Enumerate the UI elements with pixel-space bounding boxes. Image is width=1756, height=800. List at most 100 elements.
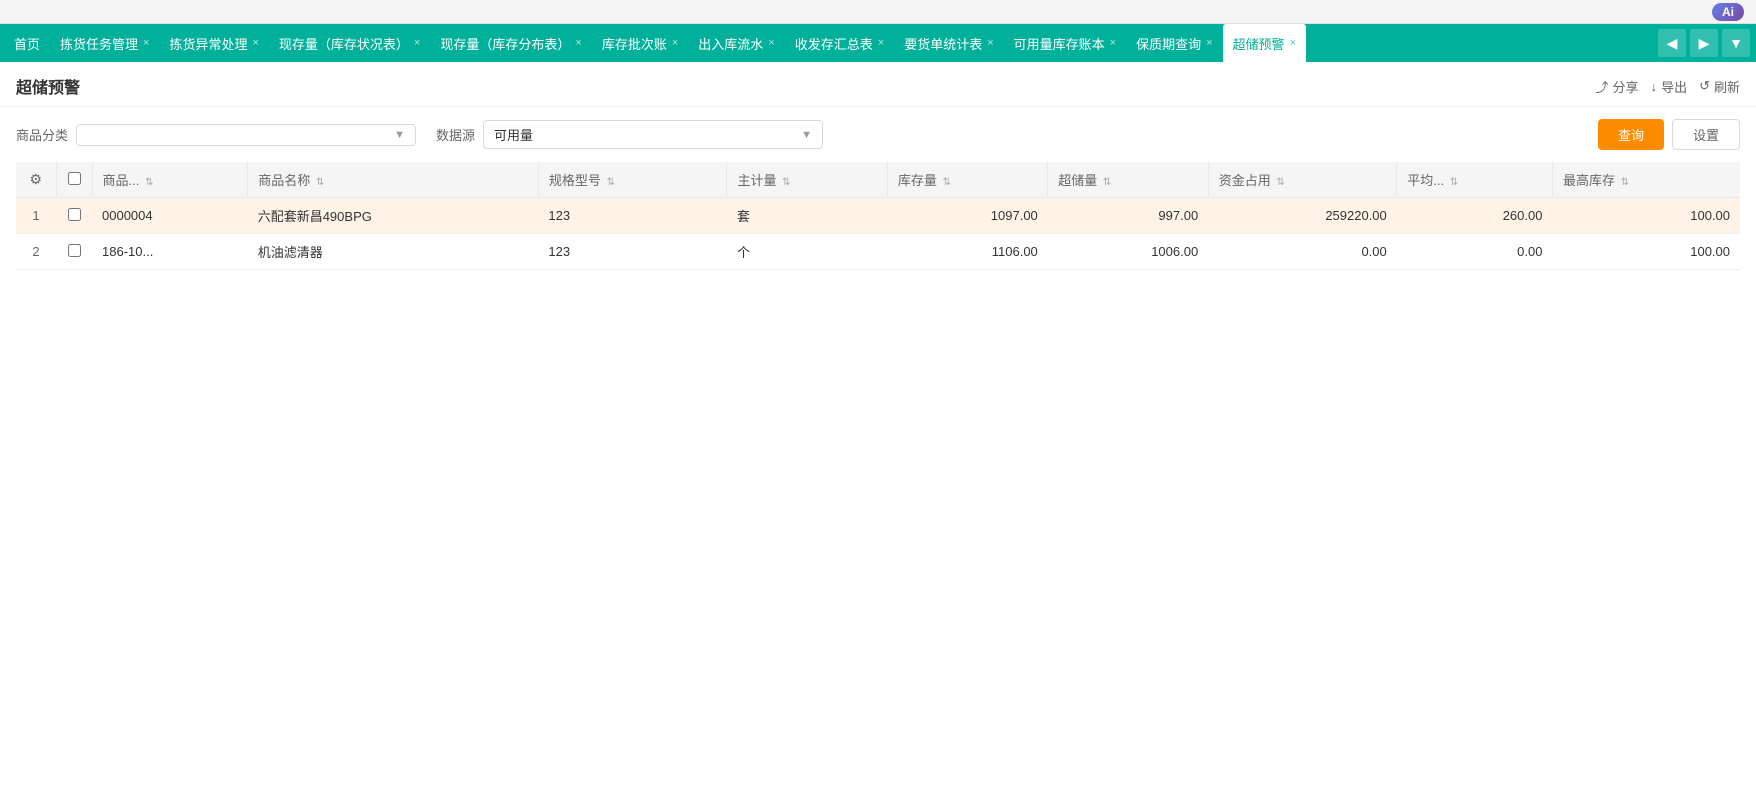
row-checkbox[interactable] xyxy=(68,244,81,257)
nav-close-stock-dist[interactable]: × xyxy=(575,37,581,49)
nav-next-button[interactable]: ▶ xyxy=(1690,29,1718,57)
table-container: ⚙ 商品... ⇅ 商品名称 ⇅ 规格型号 ⇅ 主计量 xyxy=(0,162,1756,270)
nav-prev-button[interactable]: ◀ xyxy=(1658,29,1686,57)
nav-close-overstock-warning[interactable]: × xyxy=(1290,37,1296,49)
row-avg: 0.00 xyxy=(1397,234,1553,270)
col-avg[interactable]: 平均... ⇅ xyxy=(1397,162,1553,198)
row-checkbox[interactable] xyxy=(68,208,81,221)
row-avg: 260.00 xyxy=(1397,198,1553,234)
sort-unit-icon: ⇅ xyxy=(782,177,790,188)
nav-close-quality-check[interactable]: × xyxy=(1206,37,1212,49)
nav-item-order-stats[interactable]: 要货单统计表 × xyxy=(894,24,1003,62)
row-product-code: 186-10... xyxy=(92,234,248,270)
col-unit[interactable]: 主计量 ⇅ xyxy=(727,162,887,198)
nav-item-home[interactable]: 首页 xyxy=(4,24,50,62)
sort-max-stock-icon: ⇅ xyxy=(1621,177,1629,188)
nav-close-available-stock[interactable]: × xyxy=(1110,37,1116,49)
export-button[interactable]: ↓ 导出 xyxy=(1651,77,1688,96)
row-capital: 0.00 xyxy=(1208,234,1397,270)
nav-close-inout-flow[interactable]: × xyxy=(768,37,774,49)
category-arrow-icon: ▼ xyxy=(394,129,405,141)
datasource-value: 可用量 xyxy=(494,125,533,144)
share-button[interactable]: ⤴ 分享 xyxy=(1596,77,1639,96)
nav-label-collect-summary: 收发存汇总表 xyxy=(795,34,873,53)
data-table: ⚙ 商品... ⇅ 商品名称 ⇅ 规格型号 ⇅ 主计量 xyxy=(16,162,1740,270)
nav-item-overstock-warning[interactable]: 超储预警 × xyxy=(1223,24,1306,62)
col-spec[interactable]: 规格型号 ⇅ xyxy=(538,162,727,198)
query-button[interactable]: 查询 xyxy=(1598,119,1664,150)
col-product-name[interactable]: 商品名称 ⇅ xyxy=(248,162,539,198)
settings-gear-icon[interactable]: ⚙ xyxy=(29,171,42,187)
datasource-arrow-icon: ▼ xyxy=(801,129,812,141)
row-overstock: 1006.00 xyxy=(1048,234,1208,270)
header-actions: ⤴ 分享 ↓ 导出 ↺ 刷新 xyxy=(1596,77,1740,96)
col-stock-label: 库存量 xyxy=(898,173,937,188)
nav-close-task-mgmt[interactable]: × xyxy=(143,37,149,49)
row-stock: 1106.00 xyxy=(887,234,1047,270)
datasource-select[interactable]: 可用量 ▼ xyxy=(483,120,823,149)
nav-item-task-mgmt[interactable]: 拣货任务管理 × xyxy=(50,24,159,62)
col-capital-label: 资金占用 xyxy=(1219,173,1271,188)
nav-label-home: 首页 xyxy=(14,34,40,53)
filter-bar: 商品分类 ▼ 数据源 可用量 ▼ 查询 设置 xyxy=(0,107,1756,162)
sort-overstock-icon: ⇅ xyxy=(1103,177,1111,188)
col-product-code[interactable]: 商品... ⇅ xyxy=(92,162,248,198)
category-filter: 商品分类 ▼ xyxy=(16,124,416,146)
export-label: 导出 xyxy=(1661,77,1687,96)
select-all-checkbox[interactable] xyxy=(68,172,81,185)
share-icon: ⤴ xyxy=(1596,77,1609,96)
nav-item-stock-dist[interactable]: 现存量（库存分布表） × xyxy=(430,24,591,62)
nav-item-available-stock[interactable]: 可用量库存账本 × xyxy=(1004,24,1126,62)
page-title: 超储预警 xyxy=(16,74,80,98)
col-settings[interactable]: ⚙ xyxy=(16,162,56,198)
nav-item-stock-status[interactable]: 现存量（库存状况表） × xyxy=(269,24,430,62)
sort-product-name-icon: ⇅ xyxy=(316,177,324,188)
nav-label-quality-check: 保质期查询 xyxy=(1136,34,1201,53)
nav-close-batch-account[interactable]: × xyxy=(672,37,678,49)
nav-close-order-stats[interactable]: × xyxy=(987,37,993,49)
row-product-name: 机油滤清器 xyxy=(248,234,539,270)
category-label: 商品分类 xyxy=(16,125,68,144)
top-bar: Ai xyxy=(0,0,1756,24)
row-max-stock: 100.00 xyxy=(1552,234,1740,270)
row-spec: 123 xyxy=(538,234,727,270)
table-header-row: ⚙ 商品... ⇅ 商品名称 ⇅ 规格型号 ⇅ 主计量 xyxy=(16,162,1740,198)
row-stock: 1097.00 xyxy=(887,198,1047,234)
nav-close-collect-summary[interactable]: × xyxy=(878,37,884,49)
nav-item-quality-check[interactable]: 保质期查询 × xyxy=(1126,24,1222,62)
filter-actions: 查询 设置 xyxy=(1598,119,1740,150)
col-product-code-label: 商品... xyxy=(103,173,140,188)
nav-item-batch-account[interactable]: 库存批次账 × xyxy=(592,24,688,62)
ai-badge[interactable]: Ai xyxy=(1712,3,1744,21)
nav-item-abnormal[interactable]: 拣货异常处理 × xyxy=(159,24,268,62)
nav-label-overstock-warning: 超储预警 xyxy=(1233,34,1285,53)
col-overstock[interactable]: 超储量 ⇅ xyxy=(1048,162,1208,198)
sort-stock-icon: ⇅ xyxy=(943,177,951,188)
nav-label-batch-account: 库存批次账 xyxy=(602,34,667,53)
row-checkbox-cell xyxy=(56,234,92,270)
col-stock[interactable]: 库存量 ⇅ xyxy=(887,162,1047,198)
nav-arrows: ◀ ▶ ▼ xyxy=(1656,29,1752,57)
settings-button[interactable]: 设置 xyxy=(1672,119,1740,150)
sort-product-code-icon: ⇅ xyxy=(145,177,153,188)
nav-item-collect-summary[interactable]: 收发存汇总表 × xyxy=(785,24,894,62)
col-capital[interactable]: 资金占用 ⇅ xyxy=(1208,162,1397,198)
datasource-label: 数据源 xyxy=(436,125,475,144)
refresh-label: 刷新 xyxy=(1714,77,1740,96)
row-capital: 259220.00 xyxy=(1208,198,1397,234)
table-row: 2 186-10... 机油滤清器 123 个 1106.00 1006.00 … xyxy=(16,234,1740,270)
refresh-button[interactable]: ↺ 刷新 xyxy=(1699,77,1740,96)
col-product-name-label: 商品名称 xyxy=(258,173,310,188)
sort-capital-icon: ⇅ xyxy=(1276,177,1284,188)
col-max-stock[interactable]: 最高库存 ⇅ xyxy=(1552,162,1740,198)
export-icon: ↓ xyxy=(1651,79,1658,94)
nav-item-inout-flow[interactable]: 出入库流水 × xyxy=(688,24,784,62)
category-select[interactable]: ▼ xyxy=(76,124,416,146)
table-row: 1 0000004 六配套新昌490BPG 123 套 1097.00 997.… xyxy=(16,198,1740,234)
nav-close-stock-status[interactable]: × xyxy=(414,37,420,49)
nav-close-abnormal[interactable]: × xyxy=(252,37,258,49)
nav-label-abnormal: 拣货异常处理 xyxy=(169,34,247,53)
row-max-stock: 100.00 xyxy=(1552,198,1740,234)
page-header: 超储预警 ⤴ 分享 ↓ 导出 ↺ 刷新 xyxy=(0,62,1756,107)
nav-more-button[interactable]: ▼ xyxy=(1722,29,1750,57)
